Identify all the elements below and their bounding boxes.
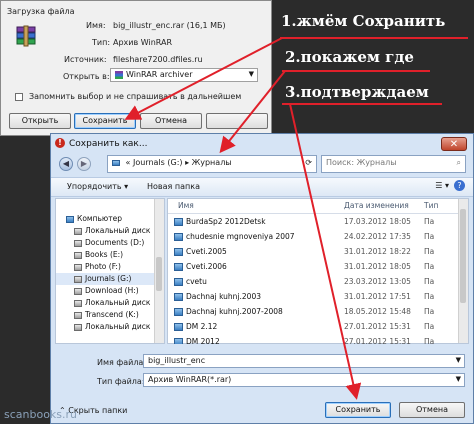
arrow-step2 — [219, 70, 286, 154]
arrow-step3 — [289, 103, 362, 400]
arrow-step1 — [124, 37, 283, 120]
watermark: scanbooks.ru — [4, 408, 78, 421]
annotation-arrows — [124, 37, 362, 400]
